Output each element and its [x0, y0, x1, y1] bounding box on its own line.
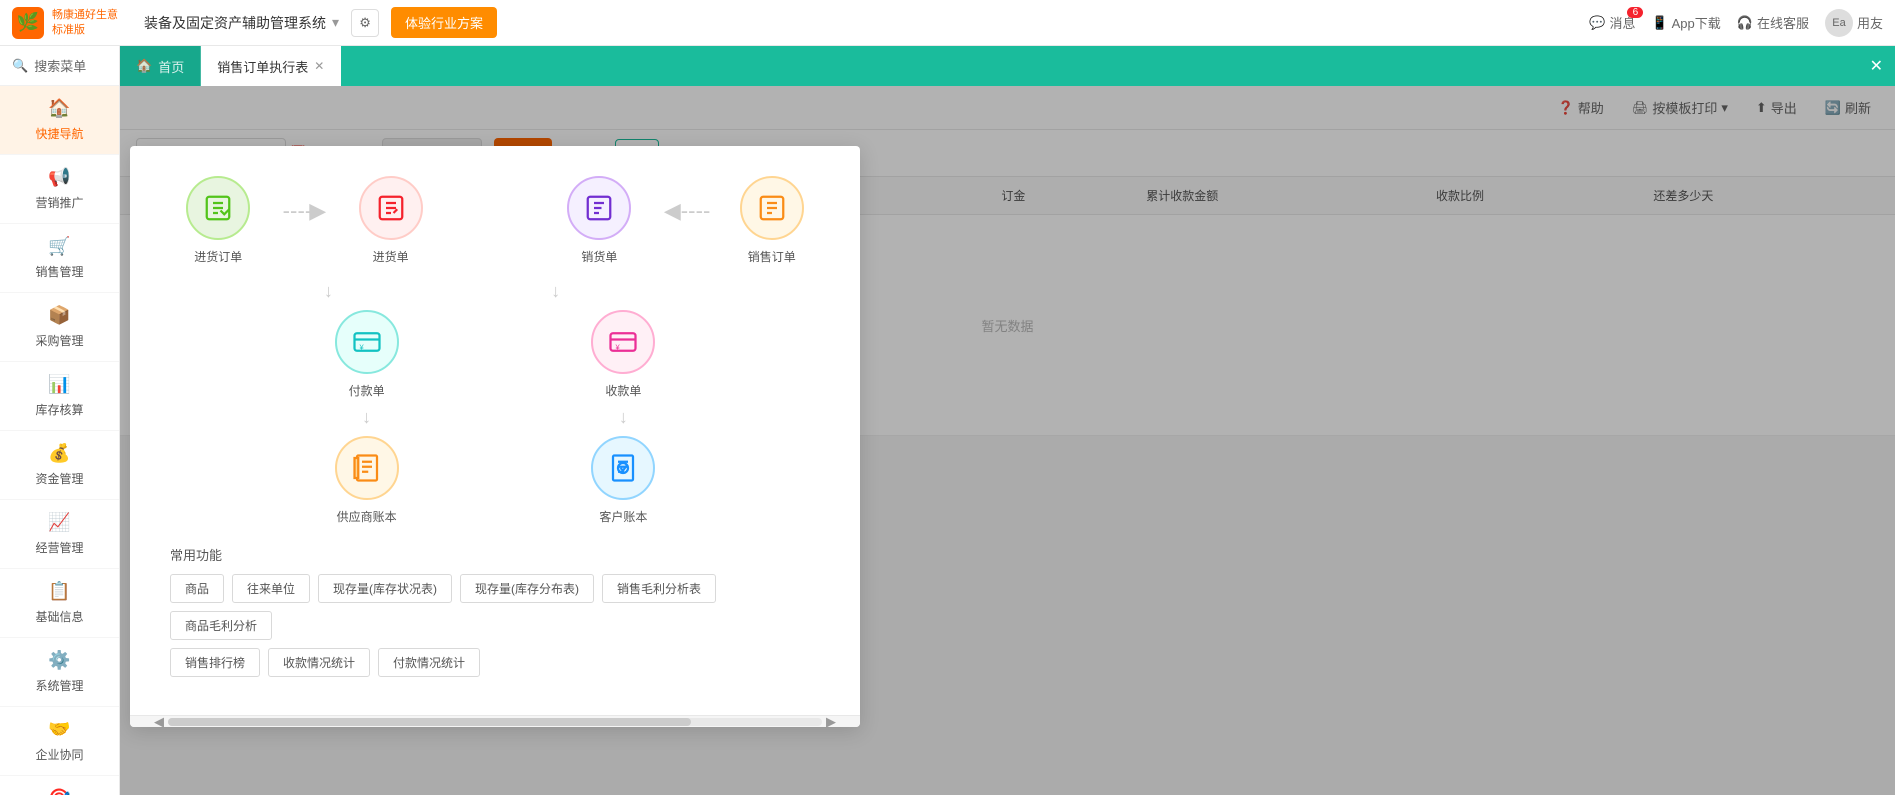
fn-btn-sales-ranking[interactable]: 销售排行榜	[170, 648, 260, 677]
fn-btn-product-profit[interactable]: 商品毛利分析	[170, 611, 272, 640]
system-icon: ⚙️	[48, 650, 70, 671]
modal-body: 进货订单 - - - -▶	[130, 146, 860, 715]
payment-circle: ¥	[335, 310, 399, 374]
top-header: 🌿 畅康通好生意 标准版 装备及固定资产辅助管理系统 ▾ ⚙ 体验行业方案 💬 …	[0, 0, 1895, 46]
sidebar-item-system[interactable]: ⚙️ 系统管理	[0, 638, 119, 707]
sidebar-item-basic-info[interactable]: 📋 基础信息	[0, 569, 119, 638]
main-layout: 🔍 搜索菜单 🏠 快捷导航 📢 营销推广 🛒 销售管理 📦 采购管理 📊 库存核…	[0, 46, 1895, 795]
operations-icon: 📈	[48, 512, 70, 533]
avatar: Ea	[1825, 9, 1853, 37]
purchase-bill-circle	[359, 176, 423, 240]
customer-ledger-circle	[591, 436, 655, 500]
fn-btn-payment-stats[interactable]: 付款情况统计	[378, 648, 480, 677]
fn-btn-sales-profit[interactable]: 销售毛利分析表	[602, 574, 716, 603]
message-btn[interactable]: 💬 消息 6	[1589, 13, 1635, 32]
down-arrow-payment: ↓	[335, 407, 399, 428]
service-icon: 🎧	[1737, 15, 1753, 31]
fn-btn-product[interactable]: 商品	[170, 574, 224, 603]
tab-bar-close-btn[interactable]: ✕	[1858, 56, 1895, 76]
modal-overlay: 进货订单 - - - -▶	[120, 86, 1895, 795]
sales-bill-circle	[567, 176, 631, 240]
user-menu[interactable]: Ea 用友	[1825, 9, 1883, 37]
tab-home[interactable]: 🏠 首页	[120, 46, 201, 86]
flow-node-sales-order[interactable]: 销售订单	[740, 176, 804, 265]
sidebar-item-guide[interactable]: 🎯 新手引导	[0, 776, 119, 795]
home-tab-icon: 🏠	[136, 58, 152, 74]
flow-node-sales-bill[interactable]: 销货单	[567, 176, 631, 265]
flow-node-customer-ledger[interactable]: 客户账本	[591, 436, 655, 525]
purchase-order-circle	[186, 176, 250, 240]
flow-node-purchase-bill[interactable]: 进货单	[359, 176, 423, 265]
sidebar-item-sales[interactable]: 🛒 销售管理	[0, 224, 119, 293]
scrollbar-thumb	[168, 718, 691, 726]
common-functions-title: 常用功能	[170, 545, 820, 564]
supplier-ledger-circle	[335, 436, 399, 500]
finance-icon: 💰	[48, 443, 70, 464]
fn-btn-partner[interactable]: 往来单位	[232, 574, 310, 603]
tab-bar: 🏠 首页 销售订单执行表 ✕ ✕	[120, 46, 1895, 86]
down-arrow-purchase: ↓	[296, 281, 360, 302]
dropdown-icon[interactable]: ▾	[332, 14, 339, 31]
sidebar-item-inventory[interactable]: 📊 库存核算	[0, 362, 119, 431]
inventory-icon: 📊	[48, 374, 70, 395]
purchase-icon: 📦	[48, 305, 70, 326]
try-btn[interactable]: 体验行业方案	[391, 7, 497, 38]
space-left	[191, 281, 255, 302]
down-arrow-receipt: ↓	[591, 407, 655, 428]
sidebar-item-purchase[interactable]: 📦 采购管理	[0, 293, 119, 362]
basic-info-icon: 📋	[48, 581, 70, 602]
message-icon: 💬	[1589, 15, 1605, 31]
search-icon: 🔍	[12, 58, 28, 74]
modal-scrollbar: ◀ ▶	[130, 715, 860, 727]
arrow-sales: ◀- - - -	[664, 198, 708, 224]
gear-button[interactable]: ⚙	[351, 9, 379, 37]
scroll-left-arrow[interactable]: ◀	[150, 714, 168, 728]
sidebar-item-marketing[interactable]: 📢 营销推广	[0, 155, 119, 224]
home-icon: 🏠	[48, 98, 70, 119]
flow-node-purchase-order[interactable]: 进货订单	[186, 176, 250, 265]
page-content: ❓ 帮助 🖨 按模板打印 ▾ ⬆ 导出 🔄 刷新	[120, 86, 1895, 795]
header-right: 💬 消息 6 📱 App下载 🎧 在线客服 Ea 用友	[1589, 9, 1883, 37]
enterprise-icon: 🤝	[48, 719, 70, 740]
sidebar: 🔍 搜索菜单 🏠 快捷导航 📢 营销推广 🛒 销售管理 📦 采购管理 📊 库存核…	[0, 46, 120, 795]
sales-icon: 🛒	[48, 236, 70, 257]
flow-node-payment[interactable]: ¥ 付款单	[335, 310, 399, 399]
sidebar-item-enterprise[interactable]: 🤝 企业协同	[0, 707, 119, 776]
sidebar-item-quick-nav[interactable]: 🏠 快捷导航	[0, 86, 119, 155]
marketing-icon: 📢	[48, 167, 70, 188]
online-service-btn[interactable]: 🎧 在线客服	[1737, 13, 1809, 32]
logo-text: 畅康通好生意 标准版	[52, 8, 118, 37]
sidebar-item-finance[interactable]: 💰 资金管理	[0, 431, 119, 500]
flow-node-receipt[interactable]: ¥ 收款单	[591, 310, 655, 399]
flow-node-supplier-ledger[interactable]: 供应商账本	[335, 436, 399, 525]
guide-icon: 🎯	[48, 788, 70, 795]
fn-btn-stock-status[interactable]: 现存量(库存状况表)	[318, 574, 452, 603]
function-buttons-row2: 销售排行榜 收款情况统计 付款情况统计	[170, 648, 820, 677]
fn-btn-receipt-stats[interactable]: 收款情况统计	[268, 648, 370, 677]
scroll-right-arrow[interactable]: ▶	[822, 714, 840, 728]
arrow-purchase: - - - -▶	[283, 198, 327, 224]
logo-area: 🌿 畅康通好生意 标准版	[12, 7, 132, 39]
content-area: 🏠 首页 销售订单执行表 ✕ ✕ ❓ 帮助 🖨 按模板打印 ▾	[120, 46, 1895, 795]
receipt-circle: ¥	[591, 310, 655, 374]
sales-order-circle	[740, 176, 804, 240]
sidebar-search[interactable]: 🔍 搜索菜单	[0, 46, 119, 86]
common-functions: 常用功能 商品 往来单位 现存量(库存状况表) 现存量(库存分布表) 销售毛利分…	[170, 545, 820, 677]
sidebar-item-operations[interactable]: 📈 经营管理	[0, 500, 119, 569]
down-arrow-sales: ↓	[524, 281, 588, 302]
scrollbar-track[interactable]	[168, 718, 822, 726]
system-title: 装备及固定资产辅助管理系统 ▾	[144, 13, 339, 33]
modal: 进货订单 - - - -▶	[130, 146, 860, 727]
download-icon: 📱	[1651, 15, 1667, 31]
app-download-btn[interactable]: 📱 App下载	[1651, 13, 1720, 32]
tab-sales-order-exec[interactable]: 销售订单执行表 ✕	[201, 46, 341, 86]
logo-icon: 🌿	[12, 7, 44, 39]
tab-close-icon[interactable]: ✕	[314, 59, 324, 73]
function-buttons-row1: 商品 往来单位 现存量(库存状况表) 现存量(库存分布表) 销售毛利分析表 商品…	[170, 574, 820, 640]
fn-btn-stock-dist[interactable]: 现存量(库存分布表)	[460, 574, 594, 603]
